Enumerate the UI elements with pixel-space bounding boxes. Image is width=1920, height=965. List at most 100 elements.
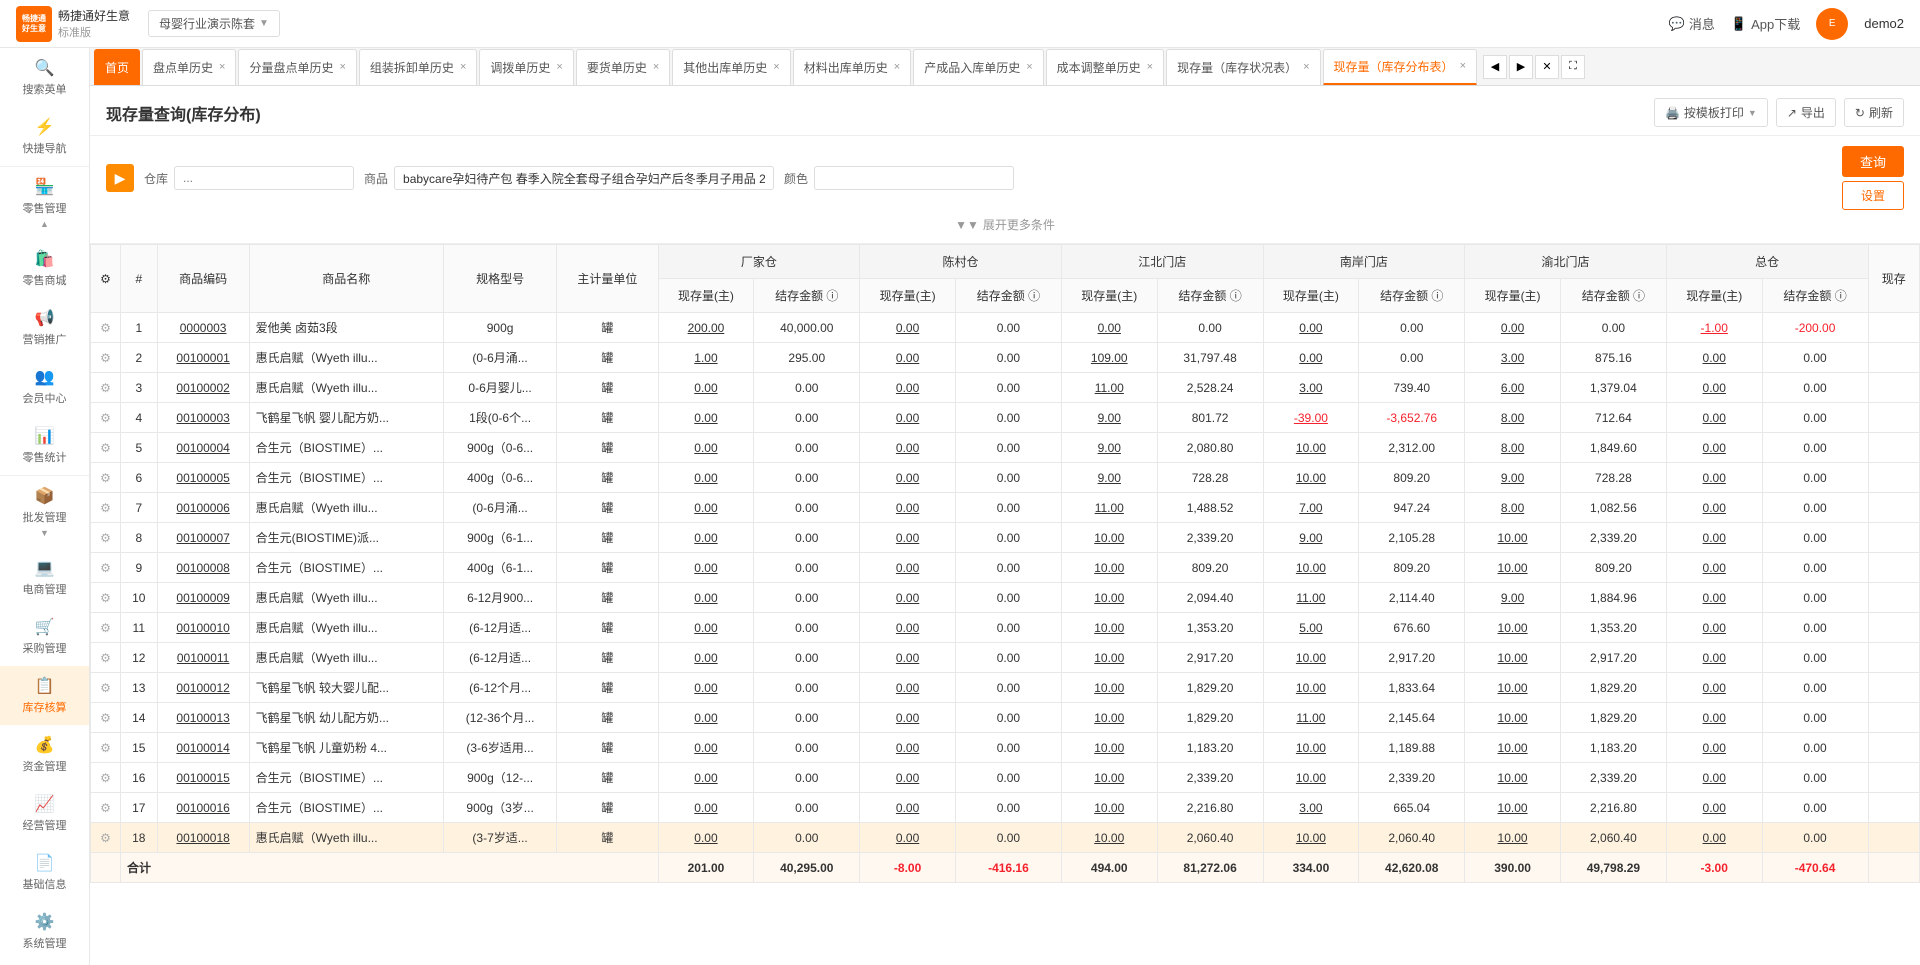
row-code[interactable]: 00100004: [157, 433, 249, 463]
row-jb-qty[interactable]: 0.00: [1061, 313, 1157, 343]
row-code[interactable]: 00100011: [157, 643, 249, 673]
tab-next-button[interactable]: ▶: [1509, 55, 1533, 79]
row-code[interactable]: 00100001: [157, 343, 249, 373]
row-yb-qty[interactable]: 9.00: [1465, 583, 1561, 613]
tab-other-outstock-close[interactable]: ×: [773, 61, 779, 73]
row-yb-qty[interactable]: 10.00: [1465, 823, 1561, 853]
row-na-qty[interactable]: 9.00: [1263, 523, 1359, 553]
row-code[interactable]: 00100009: [157, 583, 249, 613]
row-code[interactable]: 00100013: [157, 703, 249, 733]
row-yb-qty[interactable]: 8.00: [1465, 403, 1561, 433]
tab-cost-adjust-close[interactable]: ×: [1147, 61, 1153, 73]
row-na-qty[interactable]: 10.00: [1263, 673, 1359, 703]
tab-transfer-close[interactable]: ×: [556, 61, 562, 73]
row-cjc-qty[interactable]: 0.00: [658, 643, 754, 673]
tab-material-out-close[interactable]: ×: [894, 61, 900, 73]
row-cc-qty[interactable]: 0.00: [860, 463, 956, 493]
row-na-qty[interactable]: 3.00: [1263, 793, 1359, 823]
goods-input[interactable]: [394, 166, 774, 190]
row-settings[interactable]: ⚙: [91, 673, 121, 703]
row-settings[interactable]: ⚙: [91, 403, 121, 433]
row-jb-qty[interactable]: 10.00: [1061, 763, 1157, 793]
tab-transfer[interactable]: 调拨单历史 ×: [479, 49, 573, 85]
row-cjc-qty[interactable]: 0.00: [658, 373, 754, 403]
row-yb-qty[interactable]: 10.00: [1465, 673, 1561, 703]
sidebar-item-member[interactable]: 👥 会员中心: [0, 357, 89, 416]
tab-other-outstock[interactable]: 其他出库单历史 ×: [672, 49, 790, 85]
table-row[interactable]: ⚙ 11 00100010 惠氏启赋（Wyeth illu... (6-12月适…: [91, 613, 1920, 643]
table-row[interactable]: ⚙ 5 00100004 合生元（BIOSTIME）... 900g（0-6..…: [91, 433, 1920, 463]
sidebar-item-nav[interactable]: ⚡ 快捷导航: [0, 107, 89, 167]
color-input[interactable]: [814, 166, 1014, 190]
row-zc-qty[interactable]: 0.00: [1666, 793, 1762, 823]
row-zc-qty[interactable]: 0.00: [1666, 643, 1762, 673]
table-row[interactable]: ⚙ 17 00100016 合生元（BIOSTIME）... 900g（3岁..…: [91, 793, 1920, 823]
row-na-qty[interactable]: 3.00: [1263, 373, 1359, 403]
tab-requisition[interactable]: 要货单历史 ×: [576, 49, 670, 85]
table-row[interactable]: ⚙ 8 00100007 合生元(BIOSTIME)派... 900g（6-1.…: [91, 523, 1920, 553]
row-cjc-qty[interactable]: 0.00: [658, 733, 754, 763]
row-yb-qty[interactable]: 10.00: [1465, 553, 1561, 583]
row-cc-qty[interactable]: 0.00: [860, 673, 956, 703]
tab-requisition-close[interactable]: ×: [653, 61, 659, 73]
row-jb-qty[interactable]: 10.00: [1061, 673, 1157, 703]
row-cc-qty[interactable]: 0.00: [860, 643, 956, 673]
row-zc-qty[interactable]: 0.00: [1666, 613, 1762, 643]
tab-portion-stocktake[interactable]: 分量盘点单历史 ×: [238, 49, 356, 85]
sidebar-item-purchase[interactable]: 🛒 采购管理: [0, 607, 89, 666]
row-code[interactable]: 00100007: [157, 523, 249, 553]
table-row[interactable]: ⚙ 2 00100001 惠氏启赋（Wyeth illu... (0-6月涌..…: [91, 343, 1920, 373]
row-na-qty[interactable]: 10.00: [1263, 763, 1359, 793]
app-download-button[interactable]: 📱 App下载: [1731, 14, 1800, 33]
tab-portion-close[interactable]: ×: [339, 61, 345, 73]
row-zc-qty[interactable]: 0.00: [1666, 673, 1762, 703]
table-row[interactable]: ⚙ 3 00100002 惠氏启赋（Wyeth illu... 0-6月婴儿..…: [91, 373, 1920, 403]
expand-more-btn[interactable]: ▼▼ 展开更多条件: [106, 216, 1904, 233]
row-jb-qty[interactable]: 11.00: [1061, 373, 1157, 403]
tab-inventory-status[interactable]: 现存量（库存状况表） ×: [1166, 49, 1320, 85]
user-name[interactable]: demo2: [1864, 16, 1904, 31]
row-cjc-qty[interactable]: 0.00: [658, 553, 754, 583]
row-yb-qty[interactable]: 0.00: [1465, 313, 1561, 343]
row-zc-qty[interactable]: 0.00: [1666, 553, 1762, 583]
row-settings[interactable]: ⚙: [91, 703, 121, 733]
table-row[interactable]: ⚙ 4 00100003 飞鹤星飞帆 婴儿配方奶... 1段(0-6个... 罐…: [91, 403, 1920, 433]
row-cjc-qty[interactable]: 0.00: [658, 793, 754, 823]
tab-assembly-close[interactable]: ×: [460, 61, 466, 73]
row-na-qty[interactable]: 10.00: [1263, 553, 1359, 583]
sidebar-item-system[interactable]: ⚙️ 系统管理: [0, 902, 89, 961]
btn-setting[interactable]: 设置: [1842, 181, 1904, 210]
row-cc-qty[interactable]: 0.00: [860, 373, 956, 403]
row-cc-qty[interactable]: 0.00: [860, 493, 956, 523]
col-settings[interactable]: ⚙: [91, 245, 121, 313]
row-jb-qty[interactable]: 10.00: [1061, 823, 1157, 853]
table-row[interactable]: ⚙ 14 00100013 飞鹤星飞帆 幼儿配方奶... (12-36个月...…: [91, 703, 1920, 733]
sidebar-item-basic-info[interactable]: 📄 基础信息: [0, 843, 89, 902]
row-jb-qty[interactable]: 10.00: [1061, 583, 1157, 613]
table-row[interactable]: ⚙ 15 00100014 飞鹤星飞帆 儿童奶粉 4... (3-6岁适用...…: [91, 733, 1920, 763]
row-cjc-qty[interactable]: 1.00: [658, 343, 754, 373]
row-na-qty[interactable]: 10.00: [1263, 823, 1359, 853]
sidebar-item-mall[interactable]: 🛍️ 零售商城: [0, 239, 89, 298]
tab-stocktake-history[interactable]: 盘点单历史 ×: [142, 49, 236, 85]
row-settings[interactable]: ⚙: [91, 523, 121, 553]
table-row[interactable]: ⚙ 9 00100008 合生元（BIOSTIME）... 400g（6-1..…: [91, 553, 1920, 583]
row-jb-qty[interactable]: 10.00: [1061, 733, 1157, 763]
row-code[interactable]: 00100018: [157, 823, 249, 853]
row-settings[interactable]: ⚙: [91, 553, 121, 583]
table-row[interactable]: ⚙ 13 00100012 飞鹤星飞帆 较大婴儿配... (6-12个月... …: [91, 673, 1920, 703]
row-cc-qty[interactable]: 0.00: [860, 703, 956, 733]
row-settings[interactable]: ⚙: [91, 763, 121, 793]
row-yb-qty[interactable]: 8.00: [1465, 493, 1561, 523]
tab-prev-button[interactable]: ◀: [1483, 55, 1507, 79]
row-code[interactable]: 00100015: [157, 763, 249, 793]
row-yb-qty[interactable]: 10.00: [1465, 613, 1561, 643]
row-cc-qty[interactable]: 0.00: [860, 733, 956, 763]
table-row[interactable]: ⚙ 16 00100015 合生元（BIOSTIME）... 900g（12-.…: [91, 763, 1920, 793]
row-cc-qty[interactable]: 0.00: [860, 583, 956, 613]
row-jb-qty[interactable]: 10.00: [1061, 703, 1157, 733]
sidebar-item-inventory[interactable]: 📋 库存核算: [0, 666, 89, 725]
row-cc-qty[interactable]: 0.00: [860, 433, 956, 463]
table-row[interactable]: ⚙ 10 00100009 惠氏启赋（Wyeth illu... 6-12月90…: [91, 583, 1920, 613]
row-cc-qty[interactable]: 0.00: [860, 553, 956, 583]
